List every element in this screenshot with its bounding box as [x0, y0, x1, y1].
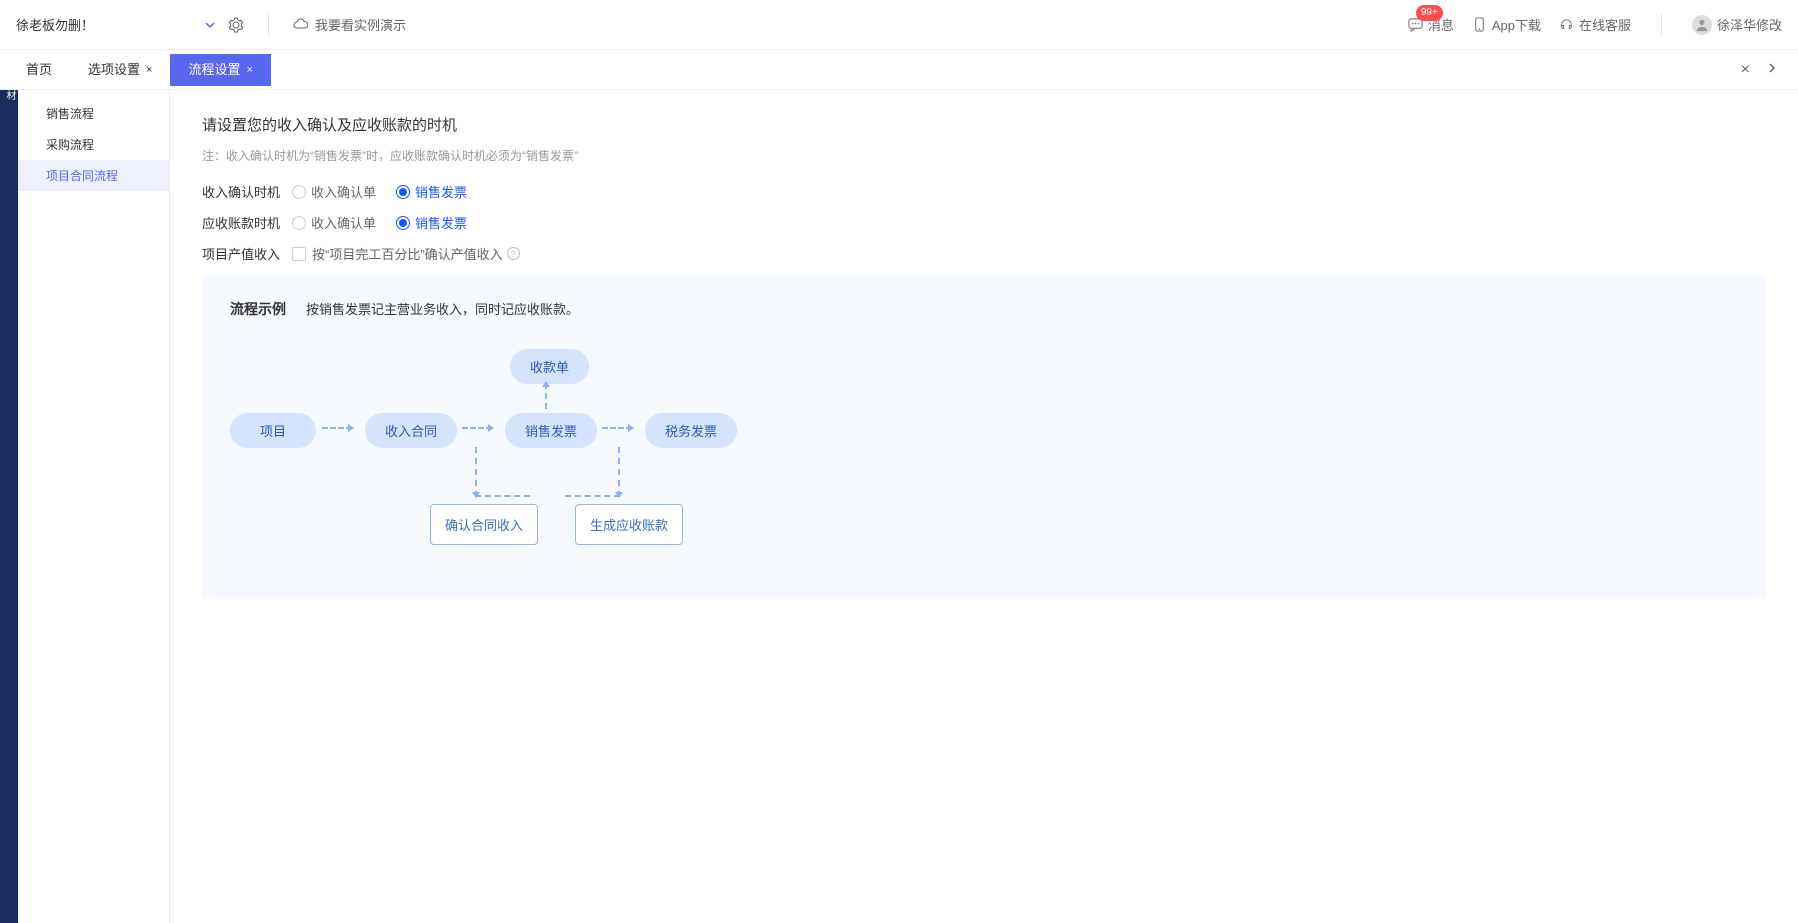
chevron-down-icon [204, 19, 216, 31]
arrow-branch-right-icon [565, 447, 620, 497]
sidebar: 销售流程 采购流程 项目合同流程 [18, 90, 170, 923]
tabbar-right: × [1733, 57, 1798, 83]
example-title: 流程示例 [230, 299, 286, 319]
company-name: 徐老板勿删！ [16, 15, 94, 34]
project-output-row: 项目产值收入 按“项目完工百分比”确认产值收入 ? [202, 244, 1766, 263]
output-checkbox[interactable] [292, 247, 306, 261]
flow-node-income-contract: 收入合同 [365, 413, 457, 448]
strip-mark-icon: 材 [2, 90, 17, 100]
flow-example-box: 流程示例 按销售发票记主营业务收入，同时记应收账款。 收款单 项目 收入合同 销… [202, 275, 1766, 599]
messages-badge: 99+ [1416, 5, 1443, 21]
row-label: 项目产值收入 [202, 244, 292, 263]
company-selector[interactable]: 徐老板勿删！ [16, 15, 216, 34]
radio-group: 收入确认单 销售发票 [292, 182, 467, 201]
radio-label: 收入确认单 [311, 182, 376, 201]
sidebar-item-sales-process[interactable]: 销售流程 [18, 98, 169, 129]
main-content: 请设置您的收入确认及应收账款的时机 注：收入确认时机为“销售发票”时，应收账款确… [170, 90, 1798, 923]
messages-button[interactable]: 99+ 消息 [1408, 15, 1454, 34]
arrow-branch-left-icon [475, 447, 530, 497]
support-label: 在线客服 [1579, 15, 1631, 34]
divider [1661, 14, 1662, 36]
tab-label: 流程设置 [188, 54, 240, 86]
tab-label: 首页 [26, 54, 52, 86]
arrow-right-icon [322, 427, 352, 429]
row-label: 收入确认时机 [202, 182, 292, 201]
example-header: 流程示例 按销售发票记主营业务收入，同时记应收账款。 [230, 299, 1738, 319]
radio-icon [396, 216, 410, 230]
radio-confirm-order[interactable]: 收入确认单 [292, 213, 376, 232]
settings-note: 注：收入确认时机为“销售发票”时，应收账款确认时机必须为“销售发票” [202, 147, 1766, 164]
radio-icon [396, 185, 410, 199]
topbar-right: 99+ 消息 App下载 在线客服 徐泽华修改 [1408, 14, 1782, 36]
flow-node-confirm-income: 确认合同收入 [430, 504, 538, 545]
flow-node-tax-invoice: 税务发票 [645, 413, 737, 448]
flow-diagram: 收款单 项目 收入合同 销售发票 税务发票 确认合 [230, 349, 790, 559]
app-download-label: App下载 [1492, 15, 1541, 34]
headset-icon [1559, 17, 1574, 32]
sidebar-item-label: 采购流程 [46, 138, 94, 152]
radio-group: 收入确认单 销售发票 [292, 213, 467, 232]
sidebar-item-purchase-process[interactable]: 采购流程 [18, 129, 169, 160]
tab-process-settings[interactable]: 流程设置 × [170, 54, 270, 86]
app-download-button[interactable]: App下载 [1472, 15, 1541, 34]
tab-label: 选项设置 [88, 54, 140, 86]
revenue-confirm-row: 收入确认时机 收入确认单 销售发票 [202, 182, 1766, 201]
tab-home[interactable]: 首页 [8, 54, 70, 86]
topbar-left: 徐老板勿删！ 我要看实例演示 [16, 14, 406, 36]
sidebar-item-label: 项目合同流程 [46, 169, 118, 183]
arrow-up-icon [545, 383, 547, 409]
close-all-icon[interactable]: × [1733, 57, 1758, 83]
radio-label: 销售发票 [415, 213, 467, 232]
cloud-icon [293, 17, 309, 33]
avatar-icon [1692, 15, 1712, 35]
chevron-right-icon [1766, 62, 1778, 74]
flow-node-project: 项目 [230, 413, 316, 448]
left-nav-strip[interactable]: 材 [0, 90, 18, 923]
radio-sales-invoice[interactable]: 销售发票 [396, 213, 467, 232]
radio-sales-invoice[interactable]: 销售发票 [396, 182, 467, 201]
checkbox-text: 按“项目完工百分比”确认产值收入 [312, 244, 503, 263]
top-bar: 徐老板勿删！ 我要看实例演示 99+ 消息 App下载 在线客服 徐泽 [0, 0, 1798, 50]
radio-label: 销售发票 [415, 182, 467, 201]
tab-bar: 首页 选项设置 × 流程设置 × × [0, 50, 1798, 90]
radio-label: 收入确认单 [311, 213, 376, 232]
divider [268, 14, 269, 36]
user-menu[interactable]: 徐泽华修改 [1692, 15, 1782, 35]
support-button[interactable]: 在线客服 [1559, 15, 1631, 34]
body: 材 销售流程 采购流程 项目合同流程 请设置您的收入确认及应收账款的时机 注：收… [0, 90, 1798, 923]
checkbox-label: 按“项目完工百分比”确认产值收入 ? [312, 244, 520, 263]
close-icon[interactable]: × [246, 54, 252, 86]
flow-node-sales-invoice: 销售发票 [505, 413, 597, 448]
row-label: 应收账款时机 [202, 213, 292, 232]
help-icon[interactable]: ? [507, 247, 520, 260]
sidebar-item-project-contract-process[interactable]: 项目合同流程 [18, 160, 169, 191]
receivable-time-row: 应收账款时机 收入确认单 销售发票 [202, 213, 1766, 232]
radio-icon [292, 185, 306, 199]
settings-title: 请设置您的收入确认及应收账款的时机 [202, 114, 1766, 135]
flow-node-gen-receivable: 生成应收账款 [575, 504, 683, 545]
demo-text: 我要看实例演示 [315, 15, 406, 34]
tab-options[interactable]: 选项设置 × [70, 54, 170, 86]
gear-icon[interactable] [228, 17, 244, 33]
radio-icon [292, 216, 306, 230]
example-desc: 按销售发票记主营业务收入，同时记应收账款。 [306, 299, 579, 318]
demo-link[interactable]: 我要看实例演示 [293, 15, 406, 34]
username: 徐泽华修改 [1717, 15, 1782, 34]
arrow-right-icon [462, 427, 492, 429]
radio-confirm-order[interactable]: 收入确认单 [292, 182, 376, 201]
sidebar-item-label: 销售流程 [46, 107, 94, 121]
close-icon[interactable]: × [146, 54, 152, 86]
mobile-icon [1472, 17, 1487, 32]
more-tabs-icon[interactable] [1758, 57, 1786, 83]
arrow-right-icon [602, 427, 632, 429]
